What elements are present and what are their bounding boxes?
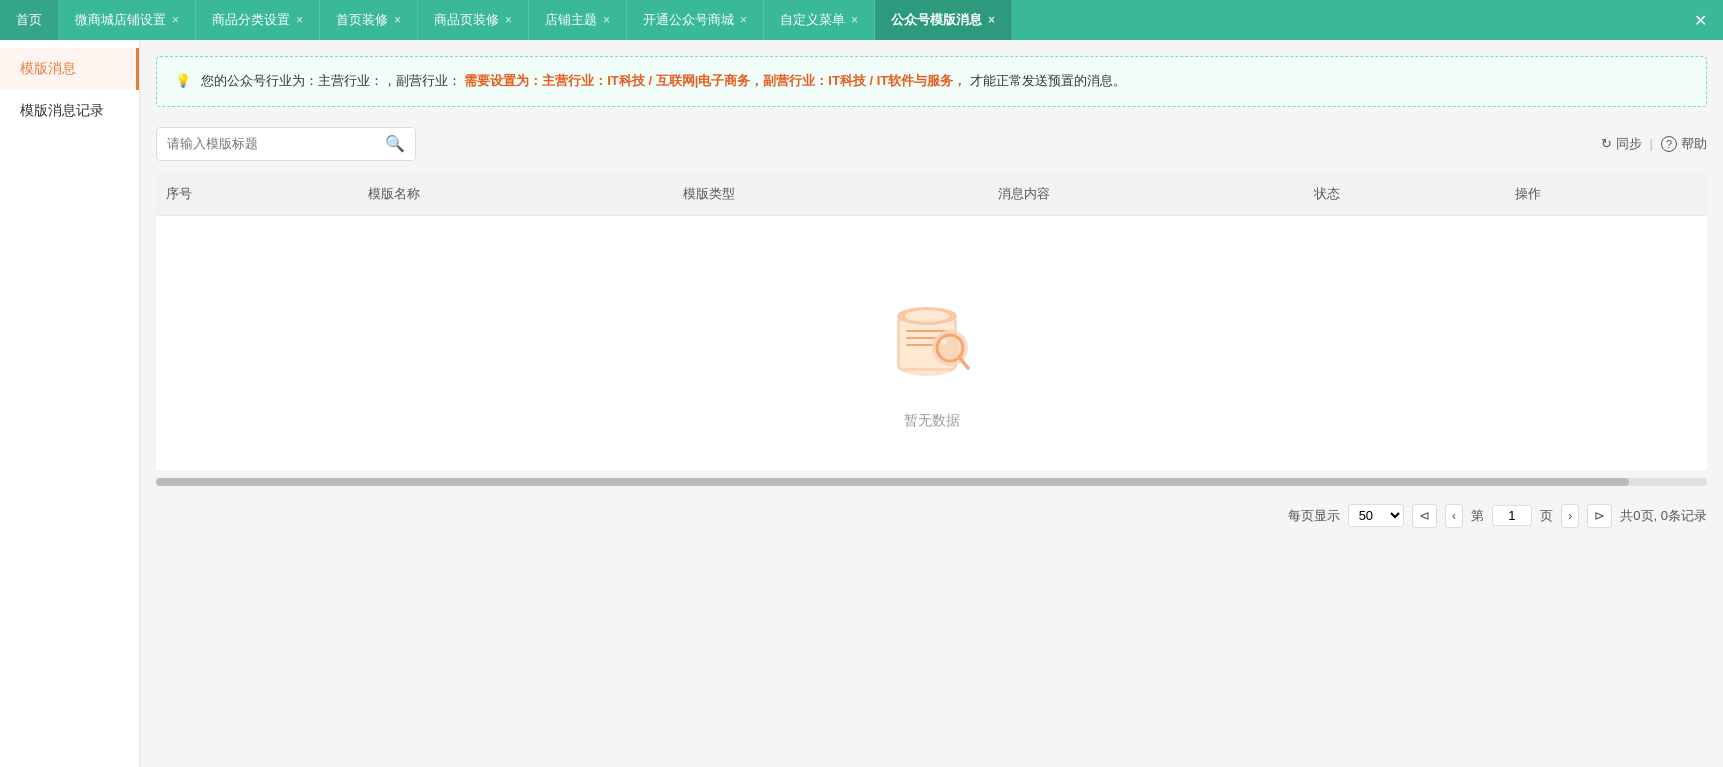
sidebar: 模版消息 模版消息记录 bbox=[0, 40, 140, 767]
last-page-button[interactable]: ⊳ bbox=[1587, 504, 1612, 528]
col-content: 消息内容 bbox=[988, 173, 1303, 216]
tab-custom-menu[interactable]: 自定义菜单 × bbox=[764, 0, 875, 40]
close-tab-product-decor[interactable]: × bbox=[505, 13, 512, 27]
first-page-button[interactable]: ⊲ bbox=[1412, 504, 1437, 528]
close-tab-template-msg[interactable]: × bbox=[988, 13, 995, 27]
sync-icon: ↻ bbox=[1601, 136, 1612, 151]
col-action: 操作 bbox=[1505, 173, 1707, 216]
top-nav: 首页 微商城店铺设置 × 商品分类设置 × 首页装修 × 商品页装修 × 店铺主… bbox=[0, 0, 1723, 40]
horizontal-scrollbar[interactable] bbox=[156, 478, 1707, 486]
data-table: 序号 模版名称 模版类型 消息内容 状态 操作 bbox=[156, 173, 1707, 470]
main-layout: 模版消息 模版消息记录 💡 您的公众号行业为：主营行业：，副营行业： 需要设置为… bbox=[0, 40, 1723, 767]
notice-suffix: 才能正常发送预置的消息。 bbox=[970, 73, 1126, 88]
search-bar: 🔍 ↻ 同步 | ? 帮助 bbox=[156, 127, 1707, 161]
sidebar-item-template-msg-log[interactable]: 模版消息记录 bbox=[0, 90, 139, 132]
tab-shop-settings[interactable]: 微商城店铺设置 × bbox=[59, 0, 196, 40]
svg-point-4 bbox=[905, 310, 949, 322]
tab-custom-menu-label: 自定义菜单 bbox=[780, 11, 845, 29]
close-tab-shop-theme[interactable]: × bbox=[603, 13, 610, 27]
notice-highlight: 需要设置为：主营行业：IT科技 / 互联网|电子商务，副营行业：IT科技 / I… bbox=[464, 73, 966, 88]
per-page-select[interactable]: 50 10 20 100 bbox=[1348, 504, 1404, 527]
tab-category-settings[interactable]: 商品分类设置 × bbox=[196, 0, 320, 40]
tab-home-decor[interactable]: 首页装修 × bbox=[320, 0, 418, 40]
empty-illustration bbox=[872, 276, 992, 396]
tab-shop-settings-label: 微商城店铺设置 bbox=[75, 11, 166, 29]
content-area: 💡 您的公众号行业为：主营行业：，副营行业： 需要设置为：主营行业：IT科技 /… bbox=[140, 40, 1723, 767]
close-all-tabs-button[interactable]: ✕ bbox=[1678, 11, 1723, 30]
tab-shop-theme-label: 店铺主题 bbox=[545, 11, 597, 29]
tab-shop-theme[interactable]: 店铺主题 × bbox=[529, 0, 627, 40]
tab-open-mall-label: 开通公众号商城 bbox=[643, 11, 734, 29]
search-actions: ↻ 同步 | ? 帮助 bbox=[1601, 135, 1707, 153]
tab-open-mall[interactable]: 开通公众号商城 × bbox=[627, 0, 764, 40]
scrollbar-thumb[interactable] bbox=[156, 478, 1629, 486]
notice-bulb-icon: 💡 bbox=[175, 73, 191, 88]
page-suffix: 页 bbox=[1540, 507, 1553, 525]
col-type: 模版类型 bbox=[673, 173, 988, 216]
sync-button[interactable]: ↻ 同步 bbox=[1601, 135, 1642, 153]
total-info: 共0页, 0条记录 bbox=[1620, 507, 1707, 525]
help-button[interactable]: ? 帮助 bbox=[1661, 135, 1707, 153]
tab-template-msg[interactable]: 公众号模版消息 × bbox=[875, 0, 1012, 40]
close-tab-home-decor[interactable]: × bbox=[394, 13, 401, 27]
empty-state: 暂无数据 bbox=[156, 216, 1707, 470]
col-name: 模版名称 bbox=[358, 173, 673, 216]
tab-home[interactable]: 首页 bbox=[0, 0, 59, 40]
empty-row: 暂无数据 bbox=[156, 215, 1707, 470]
close-tab-open-mall[interactable]: × bbox=[740, 13, 747, 27]
close-tab-category-settings[interactable]: × bbox=[296, 13, 303, 27]
notice-box: 💡 您的公众号行业为：主营行业：，副营行业： 需要设置为：主营行业：IT科技 /… bbox=[156, 56, 1707, 107]
empty-text: 暂无数据 bbox=[904, 412, 960, 430]
tab-product-decor[interactable]: 商品页装修 × bbox=[418, 0, 529, 40]
svg-point-11 bbox=[941, 339, 947, 345]
close-tab-custom-menu[interactable]: × bbox=[851, 13, 858, 27]
col-index: 序号 bbox=[156, 173, 358, 216]
tab-home-label: 首页 bbox=[16, 11, 42, 29]
help-circle-icon: ? bbox=[1661, 136, 1677, 152]
per-page-label: 每页显示 bbox=[1288, 507, 1340, 525]
close-tab-shop-settings[interactable]: × bbox=[172, 13, 179, 27]
sidebar-item-template-msg[interactable]: 模版消息 bbox=[0, 48, 139, 90]
sync-label: 同步 bbox=[1616, 135, 1642, 153]
search-icon: 🔍 bbox=[385, 135, 405, 152]
page-prefix: 第 bbox=[1471, 507, 1484, 525]
help-label: 帮助 bbox=[1681, 135, 1707, 153]
tab-template-msg-label: 公众号模版消息 bbox=[891, 11, 982, 29]
sidebar-item-template-msg-log-label: 模版消息记录 bbox=[20, 102, 104, 118]
search-button[interactable]: 🔍 bbox=[385, 134, 405, 153]
tab-product-decor-label: 商品页装修 bbox=[434, 11, 499, 29]
search-input[interactable] bbox=[167, 136, 385, 151]
next-page-button[interactable]: › bbox=[1561, 504, 1579, 528]
action-divider: | bbox=[1650, 136, 1653, 151]
tab-category-settings-label: 商品分类设置 bbox=[212, 11, 290, 29]
notice-prefix: 您的公众号行业为：主营行业：，副营行业： bbox=[201, 73, 461, 88]
tab-home-decor-label: 首页装修 bbox=[336, 11, 388, 29]
search-input-wrap[interactable]: 🔍 bbox=[156, 127, 416, 161]
sidebar-item-template-msg-label: 模版消息 bbox=[20, 60, 76, 76]
current-page-input[interactable] bbox=[1492, 505, 1532, 526]
table-header-row: 序号 模版名称 模版类型 消息内容 状态 操作 bbox=[156, 173, 1707, 216]
pagination: 每页显示 50 10 20 100 ⊲ ‹ 第 页 › ⊳ 共0页, 0条记录 bbox=[156, 494, 1707, 538]
col-status: 状态 bbox=[1304, 173, 1506, 216]
prev-page-button[interactable]: ‹ bbox=[1445, 504, 1463, 528]
